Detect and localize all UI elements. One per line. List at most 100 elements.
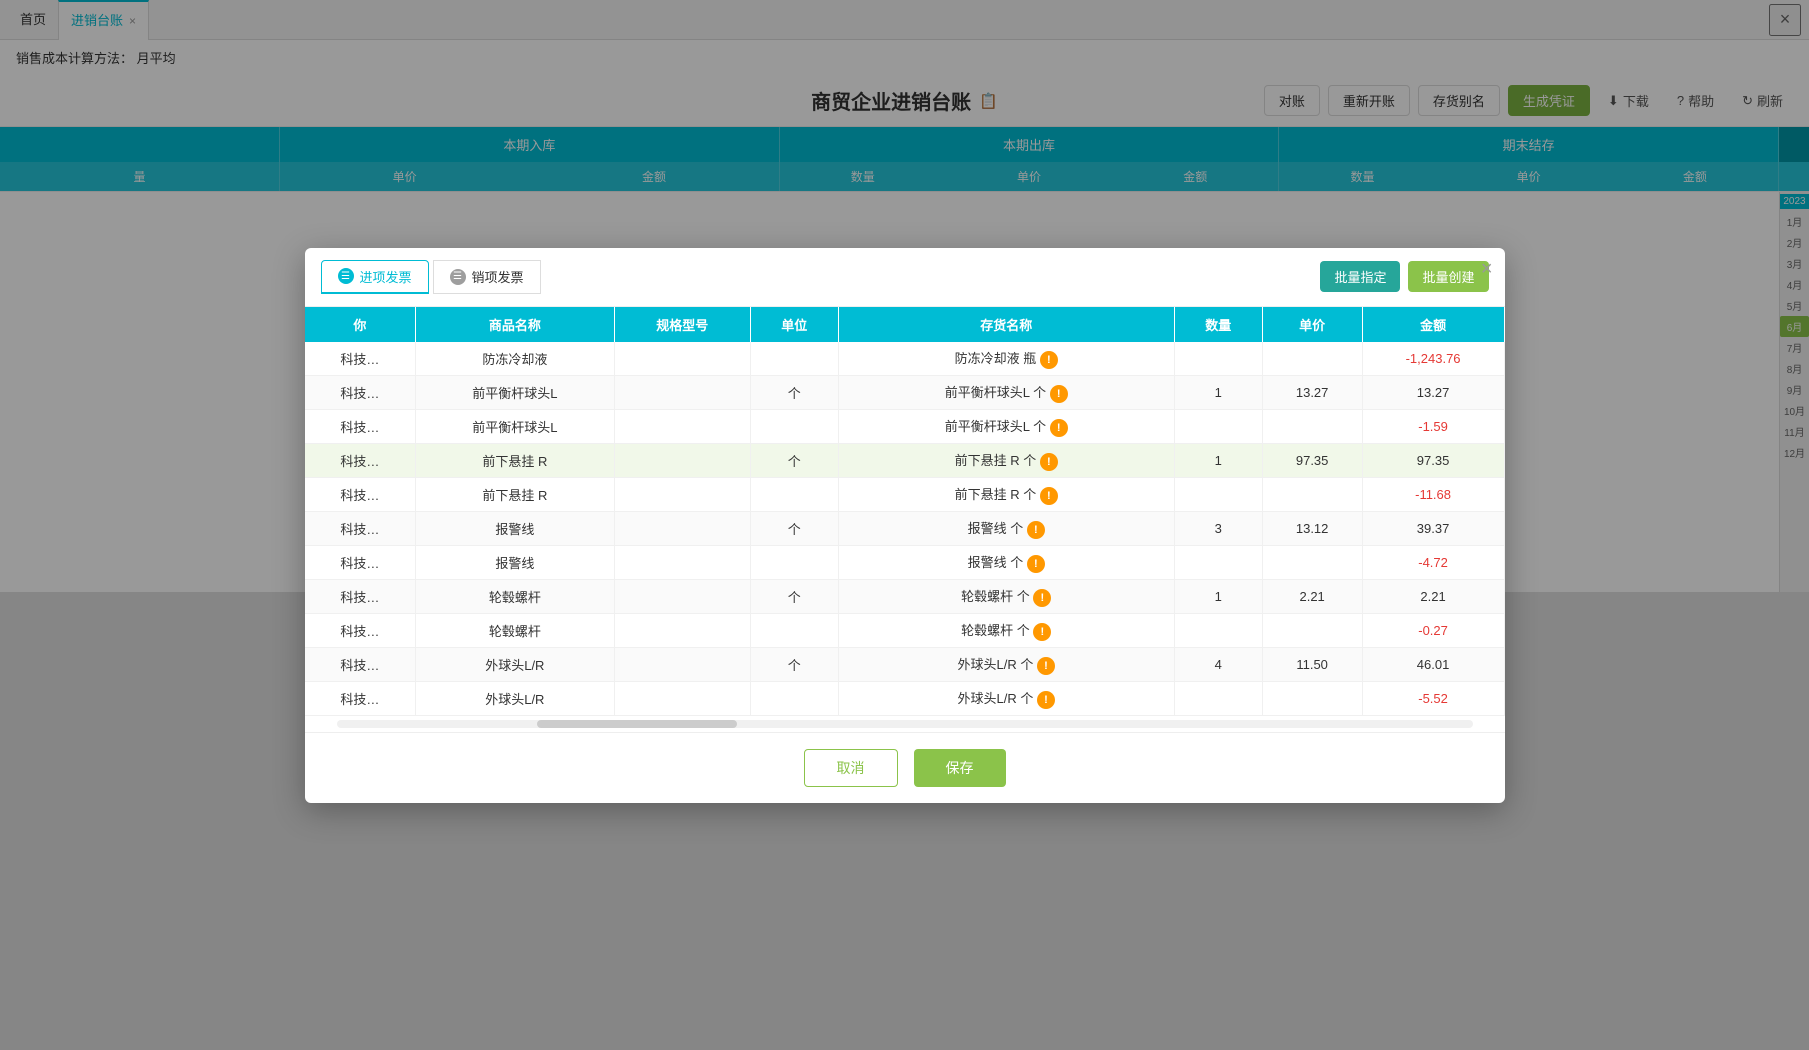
modal-table-wrapper[interactable]: 你 商品名称 规格型号 单位 存货名称 数量 单价 金额 科技…防冻冷却液防冻冷… (305, 307, 1505, 716)
table-cell: 科技… (305, 375, 416, 409)
modal-tabs: ☰ 进项发票 ☰ 销项发票 (321, 260, 541, 294)
table-cell: 轮毂螺杆 个 ! (838, 579, 1174, 613)
cancel-button[interactable]: 取消 (804, 749, 898, 787)
warning-icon: ! (1033, 589, 1051, 607)
table-cell: 前平衡杆球头L (416, 375, 614, 409)
table-cell: 39.37 (1362, 511, 1504, 545)
table-cell: 前下悬挂 R 个 ! (838, 443, 1174, 477)
th-spec: 规格型号 (614, 307, 750, 342)
warning-icon: ! (1050, 385, 1068, 403)
batch-create-button[interactable]: 批量创建 (1408, 261, 1488, 292)
th-product: 商品名称 (416, 307, 614, 342)
warning-icon: ! (1027, 521, 1045, 539)
table-cell: 前平衡杆球头L 个 ! (838, 409, 1174, 443)
modal-scrollbar-thumb[interactable] (537, 720, 737, 728)
warning-icon: ! (1037, 657, 1055, 675)
table-cell (614, 681, 750, 715)
tab-input-invoice[interactable]: ☰ 进项发票 (321, 260, 429, 294)
table-cell (750, 545, 838, 579)
table-cell: 个 (750, 579, 838, 613)
table-cell (614, 477, 750, 511)
table-cell (1174, 545, 1262, 579)
table-cell: 报警线 个 ! (838, 545, 1174, 579)
table-cell: 个 (750, 375, 838, 409)
table-cell: 外球头L/R (416, 681, 614, 715)
table-row: 科技…前下悬挂 R个前下悬挂 R 个 !197.3597.35 (305, 443, 1505, 477)
th-amount: 金额 (1362, 307, 1504, 342)
table-cell: 外球头L/R 个 ! (838, 681, 1174, 715)
table-cell: 轮毂螺杆 个 ! (838, 613, 1174, 647)
warning-icon: ! (1050, 419, 1068, 437)
table-cell (614, 342, 750, 376)
table-cell (614, 647, 750, 681)
table-cell: 外球头L/R (416, 647, 614, 681)
table-cell (614, 443, 750, 477)
table-cell (750, 409, 838, 443)
table-cell: 科技… (305, 681, 416, 715)
table-cell: 科技… (305, 409, 416, 443)
table-cell: 2.21 (1262, 579, 1362, 613)
table-row: 科技…防冻冷却液防冻冷却液 瓶 !-1,243.76 (305, 342, 1505, 376)
table-cell: 97.35 (1362, 443, 1504, 477)
th-inventory: 存货名称 (838, 307, 1174, 342)
table-cell: 1 (1174, 579, 1262, 613)
save-button[interactable]: 保存 (914, 749, 1006, 787)
table-cell: 前下悬挂 R (416, 477, 614, 511)
table-cell (750, 613, 838, 647)
table-cell: 报警线 (416, 511, 614, 545)
table-cell (1262, 342, 1362, 376)
invoice-modal: ☰ 进项发票 ☰ 销项发票 批量指定 批量创建 × 你 商品名称 (305, 248, 1505, 803)
table-cell: 13.12 (1262, 511, 1362, 545)
table-cell: -11.68 (1362, 477, 1504, 511)
table-cell: 1 (1174, 375, 1262, 409)
table-row: 科技…报警线报警线 个 !-4.72 (305, 545, 1505, 579)
tab-output-invoice[interactable]: ☰ 销项发票 (433, 260, 541, 294)
warning-icon: ! (1040, 487, 1058, 505)
table-cell: 报警线 个 ! (838, 511, 1174, 545)
table-cell (750, 681, 838, 715)
table-row: 科技…外球头L/R个外球头L/R 个 !411.5046.01 (305, 647, 1505, 681)
table-cell: 个 (750, 647, 838, 681)
modal-header: ☰ 进项发票 ☰ 销项发票 批量指定 批量创建 × (305, 248, 1505, 307)
table-cell: 科技… (305, 647, 416, 681)
table-cell: 科技… (305, 443, 416, 477)
table-cell: -0.27 (1362, 613, 1504, 647)
table-cell: 轮毂螺杆 (416, 579, 614, 613)
table-cell: 13.27 (1262, 375, 1362, 409)
th-company: 你 (305, 307, 416, 342)
table-cell: 11.50 (1262, 647, 1362, 681)
table-cell (1262, 681, 1362, 715)
table-cell: 前下悬挂 R 个 ! (838, 477, 1174, 511)
table-cell: 前平衡杆球头L (416, 409, 614, 443)
table-cell (1262, 613, 1362, 647)
table-row: 科技…轮毂螺杆轮毂螺杆 个 !-0.27 (305, 613, 1505, 647)
th-price: 单价 (1262, 307, 1362, 342)
table-cell: -5.52 (1362, 681, 1504, 715)
modal-scrollbar-track[interactable] (337, 720, 1473, 728)
table-cell: 个 (750, 443, 838, 477)
invoice-table: 你 商品名称 规格型号 单位 存货名称 数量 单价 金额 科技…防冻冷却液防冻冷… (305, 307, 1505, 716)
table-cell (614, 545, 750, 579)
table-cell: 13.27 (1362, 375, 1504, 409)
table-cell (1174, 342, 1262, 376)
table-cell: 科技… (305, 579, 416, 613)
modal-close-button[interactable]: × (1481, 258, 1493, 281)
table-cell: 科技… (305, 545, 416, 579)
table-cell: 科技… (305, 511, 416, 545)
table-cell (614, 375, 750, 409)
warning-icon: ! (1040, 453, 1058, 471)
table-row: 科技…报警线个报警线 个 !313.1239.37 (305, 511, 1505, 545)
table-cell: -4.72 (1362, 545, 1504, 579)
warning-icon: ! (1037, 691, 1055, 709)
batch-assign-button[interactable]: 批量指定 (1320, 261, 1400, 292)
table-cell: 4 (1174, 647, 1262, 681)
table-cell: 1 (1174, 443, 1262, 477)
table-cell (614, 409, 750, 443)
output-invoice-tab-label: 销项发票 (472, 267, 524, 286)
modal-footer: 取消 保存 (305, 732, 1505, 803)
modal-scrollbar-area (305, 716, 1505, 732)
table-cell: 防冻冷却液 (416, 342, 614, 376)
warning-icon: ! (1033, 623, 1051, 641)
table-cell (614, 579, 750, 613)
table-cell: 科技… (305, 477, 416, 511)
